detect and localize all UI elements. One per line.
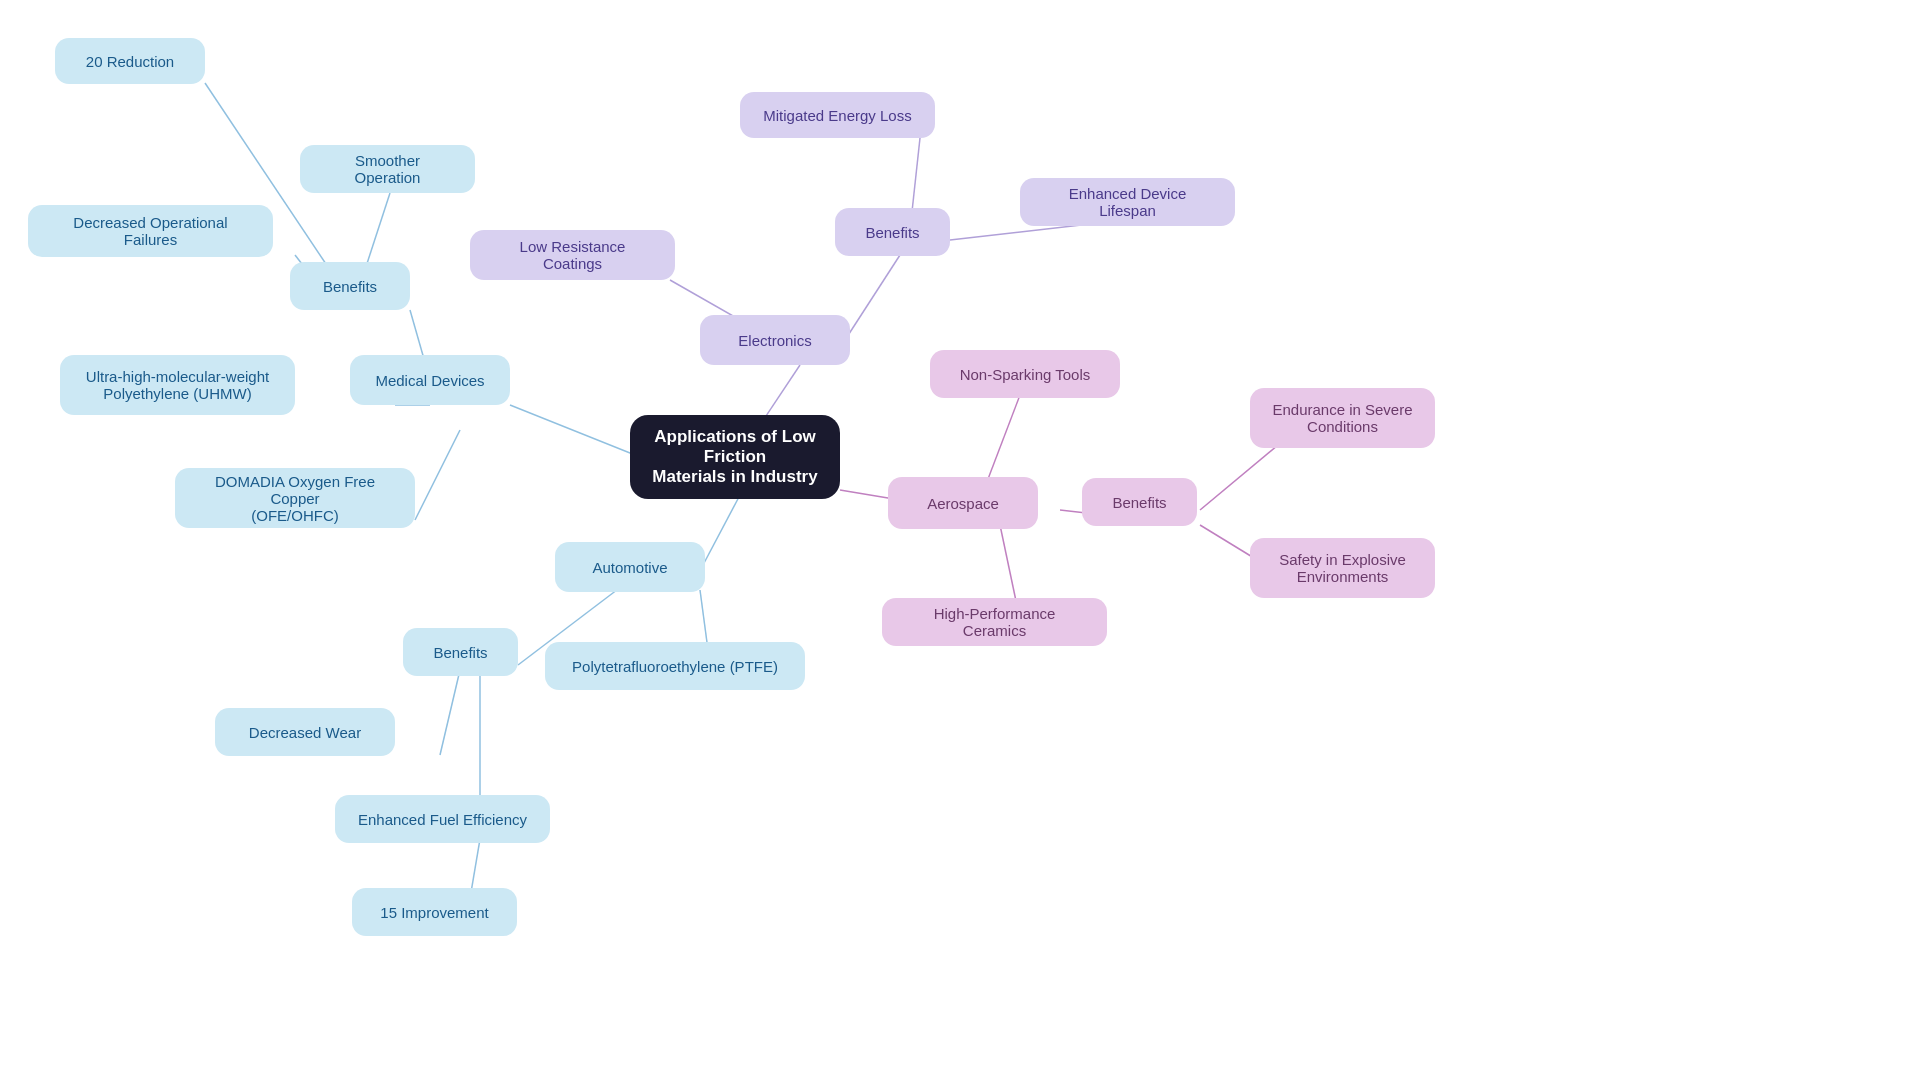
mitig-energy-label: Mitigated Energy Loss	[763, 107, 911, 124]
enh-device-node: Enhanced Device Lifespan	[1020, 178, 1235, 226]
center-label: Applications of Low Friction Materials i…	[650, 427, 820, 487]
electronics-label: Electronics	[738, 332, 811, 349]
safety-exp-label: Safety in Explosive Environments	[1279, 551, 1406, 585]
aerospace-node: Aerospace	[888, 477, 1038, 529]
reduction-20-node: 20 Reduction	[55, 38, 205, 84]
svg-line-12	[703, 495, 740, 565]
mitig-energy-node: Mitigated Energy Loss	[740, 92, 935, 138]
smoother-operation-node: Smoother Operation	[300, 145, 475, 193]
center-node: Applications of Low Friction Materials i…	[630, 415, 840, 499]
uhmw-label: Ultra-high-molecular-weight Polyethylene…	[86, 368, 269, 402]
benefits-elec-node: Benefits	[835, 208, 950, 256]
domadia-label: DOMADIA Oxygen Free Copper (OFE/OHFC)	[195, 473, 395, 524]
ptfe-node: Polytetrafluoroethylene (PTFE)	[545, 642, 805, 690]
dec-wear-label: Decreased Wear	[249, 724, 361, 741]
benefits-elec-label: Benefits	[865, 224, 919, 241]
ptfe-label: Polytetrafluoroethylene (PTFE)	[572, 658, 778, 675]
uhmw-node: Ultra-high-molecular-weight Polyethylene…	[60, 355, 295, 415]
benefits-aero-label: Benefits	[1112, 494, 1166, 511]
non-spark-label: Non-Sparking Tools	[960, 366, 1091, 383]
hi-perf-cer-node: High-Performance Ceramics	[882, 598, 1107, 646]
endurance-node: Endurance in Severe Conditions	[1250, 388, 1435, 448]
medical-devices-label: Medical Devices	[375, 372, 484, 389]
dec-wear-node: Decreased Wear	[215, 708, 395, 756]
benefits-medical-label: Benefits	[323, 278, 377, 295]
hi-perf-cer-label: High-Performance Ceramics	[902, 605, 1087, 639]
smoother-operation-label: Smoother Operation	[320, 152, 455, 186]
dec-op-fail-node: Decreased Operational Failures	[28, 205, 273, 257]
enh-fuel-label: Enhanced Fuel Efficiency	[358, 811, 527, 828]
svg-line-6	[415, 430, 460, 520]
benefits-medical-node: Benefits	[290, 262, 410, 310]
endurance-label: Endurance in Severe Conditions	[1272, 401, 1412, 435]
svg-line-9	[845, 255, 900, 340]
aerospace-label: Aerospace	[927, 495, 999, 512]
svg-line-15	[440, 670, 460, 755]
non-spark-node: Non-Sparking Tools	[930, 350, 1120, 398]
benefits-auto-label: Benefits	[433, 644, 487, 661]
improvement-15-label: 15 Improvement	[380, 904, 488, 921]
benefits-aero-node: Benefits	[1082, 478, 1197, 526]
medical-devices-node: Medical Devices	[350, 355, 510, 405]
domadia-node: DOMADIA Oxygen Free Copper (OFE/OHFC)	[175, 468, 415, 528]
safety-exp-node: Safety in Explosive Environments	[1250, 538, 1435, 598]
improvement-15-node: 15 Improvement	[352, 888, 517, 936]
automotive-node: Automotive	[555, 542, 705, 592]
reduction-20-label: 20 Reduction	[86, 53, 174, 70]
low-res-coat-label: Low Resistance Coatings	[490, 238, 655, 272]
electronics-node: Electronics	[700, 315, 850, 365]
svg-line-11	[950, 224, 1090, 240]
dec-op-fail-label: Decreased Operational Failures	[48, 214, 253, 248]
automotive-label: Automotive	[592, 559, 667, 576]
enh-fuel-node: Enhanced Fuel Efficiency	[335, 795, 550, 843]
enh-device-label: Enhanced Device Lifespan	[1040, 185, 1215, 219]
low-res-coat-node: Low Resistance Coatings	[470, 230, 675, 280]
benefits-auto-node: Benefits	[403, 628, 518, 676]
